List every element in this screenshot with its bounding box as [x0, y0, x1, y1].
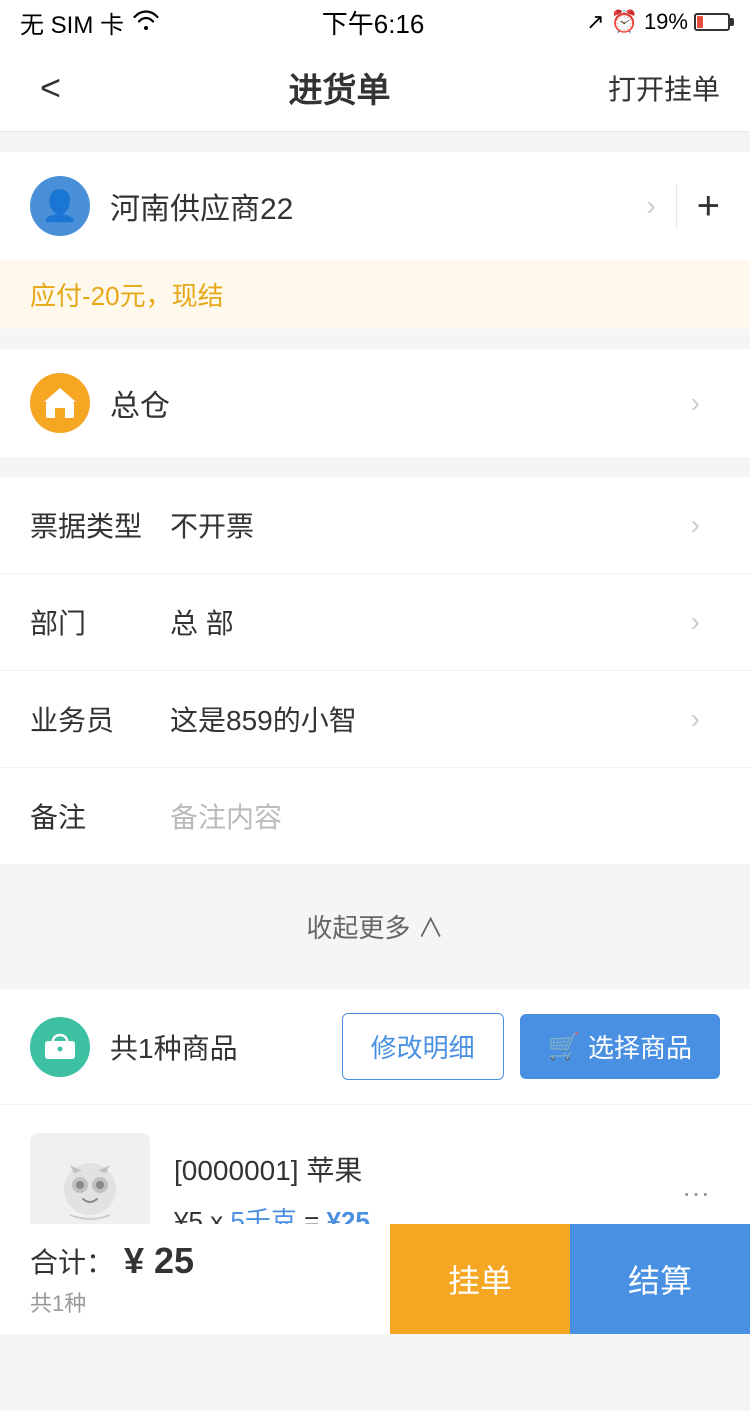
supplier-avatar: 👤 [30, 176, 90, 236]
open-pending-button[interactable]: 打开挂单 [608, 68, 720, 108]
total-section: 合计： ¥ 25 共1种 [0, 1224, 390, 1334]
hang-order-button[interactable]: 挂单 [390, 1224, 570, 1334]
product-code: [0000001] [174, 1155, 299, 1186]
invoice-value: 不开票 [170, 505, 691, 545]
wifi-icon [132, 8, 160, 37]
sales-row[interactable]: 业务员 这是859的小智 › [0, 671, 750, 768]
notice-text: 应付-20元，现结 [30, 281, 224, 311]
status-bar: 无 SIM 卡 下午6:16 ↗ ⏰ 19% [0, 0, 750, 44]
collapse-label: 收起更多 ∧ [306, 913, 443, 943]
chevron-right-icon: › [691, 703, 700, 735]
total-line1: 合计： ¥ 25 [30, 1240, 360, 1282]
supplier-name: 河南供应商22 [110, 184, 646, 228]
total-count: 共1种 [30, 1286, 360, 1318]
location-icon: ↗ [586, 9, 604, 35]
invoice-label: 票据类型 [30, 505, 170, 545]
supplier-row[interactable]: 👤 河南供应商22 › + [0, 152, 750, 260]
product-count: 共1种商品 [110, 1027, 342, 1067]
warehouse-row[interactable]: 总仓 › [0, 349, 750, 457]
top-divider [0, 132, 750, 152]
remark-label: 备注 [30, 796, 170, 836]
checkout-button[interactable]: 结算 [570, 1224, 750, 1334]
sales-label: 业务员 [30, 699, 170, 739]
more-button[interactable]: ··· [672, 1167, 720, 1219]
collapse-button[interactable]: 收起更多 ∧ [0, 884, 750, 969]
nav-bar: < 进货单 打开挂单 [0, 44, 750, 132]
add-supplier-button[interactable]: + [676, 184, 720, 229]
invoice-row[interactable]: 票据类型 不开票 › [0, 477, 750, 574]
chevron-right-icon: › [646, 190, 655, 222]
sales-value: 这是859的小智 [170, 699, 691, 739]
remark-input[interactable]: 备注内容 [170, 796, 720, 836]
total-amount: ¥ 25 [124, 1240, 194, 1282]
product-name: [0000001] 苹果 [174, 1149, 672, 1189]
chevron-right-icon: › [691, 509, 700, 541]
carrier-label: 无 SIM 卡 [20, 5, 124, 40]
back-button[interactable]: < [30, 57, 71, 119]
battery-icon [694, 13, 730, 31]
dept-value: 总 部 [170, 602, 691, 642]
notice-bar: 应付-20元，现结 [0, 260, 750, 329]
warehouse-icon [30, 373, 90, 433]
product-title: 苹果 [306, 1155, 362, 1186]
select-product-label: 选择商品 [588, 1028, 692, 1065]
status-bar-right: ↗ ⏰ 19% [586, 9, 730, 35]
supplier-section: 👤 河南供应商22 › + 应付-20元，现结 [0, 152, 750, 329]
alarm-icon: ⏰ [611, 9, 638, 35]
cart-icon: 🛒 [548, 1031, 580, 1062]
warehouse-section: 总仓 › [0, 349, 750, 457]
status-bar-left: 无 SIM 卡 [20, 5, 160, 40]
product-header: 共1种商品 修改明细 🛒 选择商品 [0, 989, 750, 1105]
chevron-right-icon: › [691, 387, 700, 419]
page-title: 进货单 [289, 63, 391, 112]
bottom-bar: 合计： ¥ 25 共1种 挂单 结算 [0, 1224, 750, 1334]
product-icon [30, 1017, 90, 1077]
modify-detail-button[interactable]: 修改明细 [342, 1013, 504, 1080]
person-icon: 👤 [41, 189, 78, 224]
dept-label: 部门 [30, 602, 170, 642]
remark-row[interactable]: 备注 备注内容 [0, 768, 750, 864]
status-bar-time: 下午6:16 [322, 4, 425, 41]
warehouse-name: 总仓 [110, 381, 691, 425]
form-section: 票据类型 不开票 › 部门 总 部 › 业务员 这是859的小智 › 备注 备注… [0, 477, 750, 864]
select-product-button[interactable]: 🛒 选择商品 [520, 1014, 720, 1079]
battery-percent: 19% [644, 9, 688, 35]
product-thumb-owl [50, 1153, 130, 1233]
chevron-right-icon: › [691, 606, 700, 638]
dept-row[interactable]: 部门 总 部 › [0, 574, 750, 671]
total-label: 合计： [30, 1241, 114, 1281]
